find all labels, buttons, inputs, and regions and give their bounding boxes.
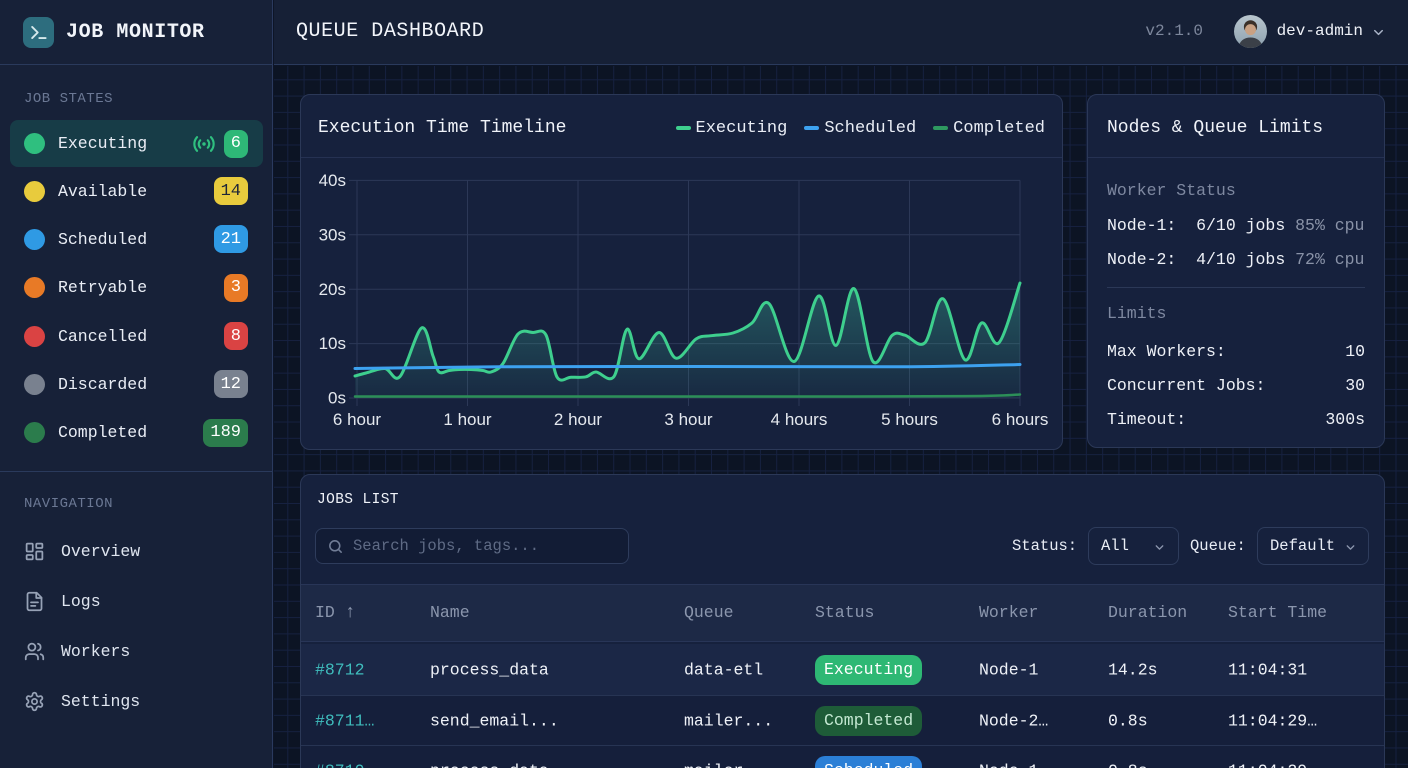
svg-text:40s: 40s [319, 171, 346, 190]
svg-text:0s: 0s [328, 389, 346, 408]
svg-text:30s: 30s [319, 225, 346, 244]
svg-text:4 hours: 4 hours [771, 410, 828, 429]
svg-text:10s: 10s [319, 334, 346, 353]
svg-text:20s: 20s [319, 280, 346, 299]
svg-text:6 hour: 6 hour [333, 410, 382, 429]
svg-text:2 hour: 2 hour [554, 410, 603, 429]
svg-text:5 hours: 5 hours [881, 410, 938, 429]
svg-text:6 hours: 6 hours [992, 410, 1049, 429]
svg-text:1 hour: 1 hour [443, 410, 492, 429]
svg-text:3 hour: 3 hour [664, 410, 713, 429]
